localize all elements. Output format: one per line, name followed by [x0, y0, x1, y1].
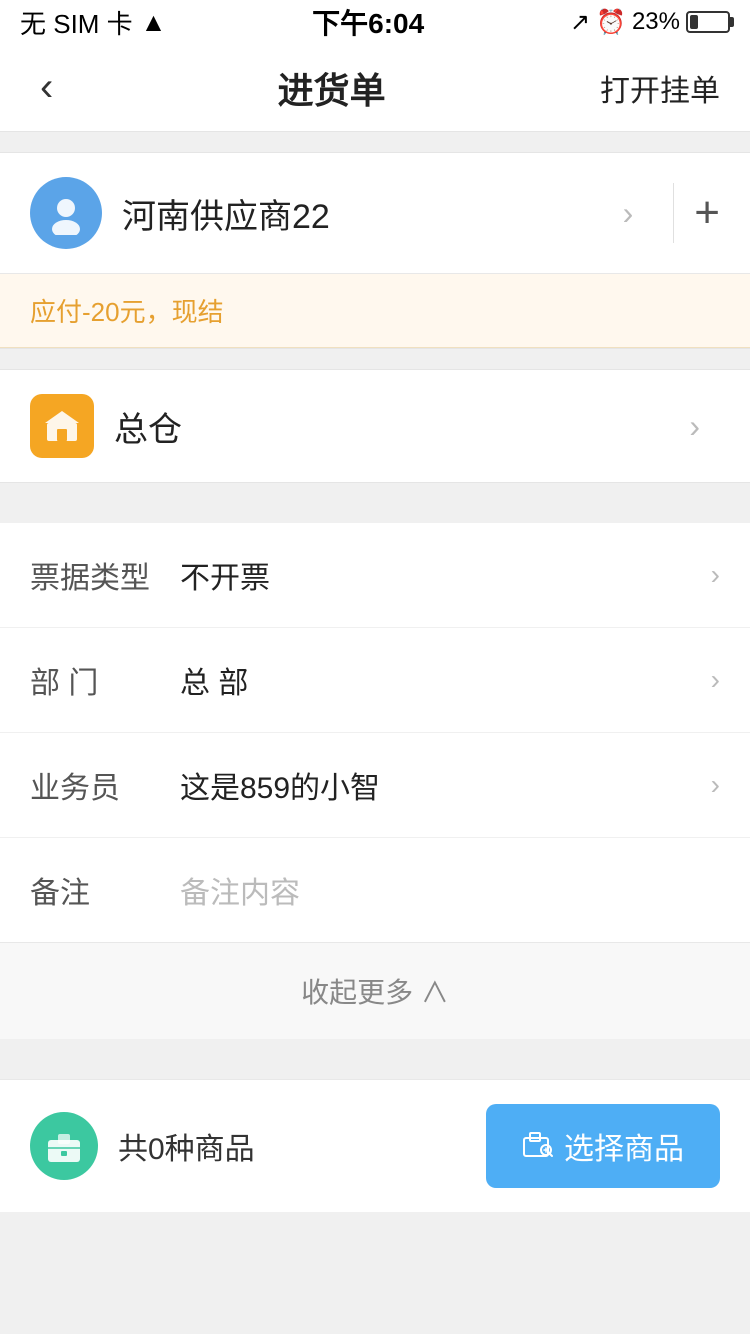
select-product-button[interactable]: 选择商品 [486, 1104, 720, 1188]
carrier-label: 无 SIM 卡 [20, 4, 133, 41]
department-row[interactable]: 部 门 总 部 › [0, 628, 750, 733]
chevron-right-icon: › [623, 195, 634, 232]
supplier-name: 河南供应商22 [122, 189, 623, 238]
gap-2 [0, 349, 750, 369]
avatar [30, 177, 102, 249]
gap-1 [0, 132, 750, 152]
department-value: 总 部 [150, 658, 701, 702]
gap-4 [0, 1039, 750, 1059]
battery-label: 23% [632, 8, 680, 36]
remark-value[interactable]: 备注内容 [150, 868, 720, 912]
supplier-row[interactable]: 河南供应商22 › + [0, 153, 750, 274]
salesperson-row[interactable]: 业务员 这是859的小智 › [0, 733, 750, 838]
salesperson-chevron-icon: › [711, 769, 720, 801]
invoice-type-value: 不开票 [150, 553, 701, 597]
supplier-card: 河南供应商22 › + 应付-20元，现结 [0, 152, 750, 349]
select-product-label: 选择商品 [564, 1124, 684, 1168]
alarm-icon: ⏰ [596, 8, 626, 37]
battery-icon [686, 11, 730, 33]
warehouse-name: 总仓 [114, 402, 689, 451]
warehouse-svg [43, 407, 81, 445]
avatar-icon [44, 191, 88, 235]
salesperson-label: 业务员 [30, 763, 150, 807]
status-left: 无 SIM 卡 ▲ [20, 4, 166, 41]
warehouse-card[interactable]: 总仓 › [0, 369, 750, 483]
invoice-type-row[interactable]: 票据类型 不开票 › [0, 523, 750, 628]
salesperson-value: 这是859的小智 [150, 763, 701, 807]
remark-row[interactable]: 备注 备注内容 [0, 838, 750, 942]
time-label: 下午6:04 [312, 2, 424, 42]
add-supplier-button[interactable]: + [694, 191, 720, 235]
product-svg [44, 1126, 84, 1166]
form-section: 票据类型 不开票 › 部 门 总 部 › 业务员 这是859的小智 › 备注 备… [0, 523, 750, 942]
product-count-label: 共0种商品 [118, 1124, 486, 1168]
page-title: 进货单 [278, 62, 386, 114]
product-icon [30, 1112, 98, 1180]
warehouse-row[interactable]: 总仓 › [0, 370, 750, 482]
warehouse-icon [30, 394, 94, 458]
back-button[interactable]: ‹ [30, 55, 63, 120]
wifi-icon: ▲ [141, 7, 167, 38]
warehouse-chevron-icon: › [689, 408, 700, 445]
divider [673, 183, 674, 243]
open-pending-button[interactable]: 打开挂单 [600, 66, 720, 110]
status-right: ↗ ⏰ 23% [570, 8, 730, 37]
invoice-type-label: 票据类型 [30, 553, 150, 597]
invoice-type-chevron-icon: › [711, 559, 720, 591]
gap-3 [0, 483, 750, 503]
notice-banner: 应付-20元，现结 [0, 274, 750, 348]
department-chevron-icon: › [711, 664, 720, 696]
collapse-button[interactable]: 收起更多 ∧ [0, 942, 750, 1039]
bottom-product-bar: 共0种商品 选择商品 [0, 1079, 750, 1212]
notice-text: 应付-20元，现结 [30, 297, 224, 327]
select-product-icon [522, 1130, 554, 1162]
department-label: 部 门 [30, 658, 150, 702]
remark-label: 备注 [30, 868, 150, 912]
location-icon: ↗ [570, 8, 590, 37]
status-bar: 无 SIM 卡 ▲ 下午6:04 ↗ ⏰ 23% [0, 0, 750, 44]
nav-bar: ‹ 进货单 打开挂单 [0, 44, 750, 132]
